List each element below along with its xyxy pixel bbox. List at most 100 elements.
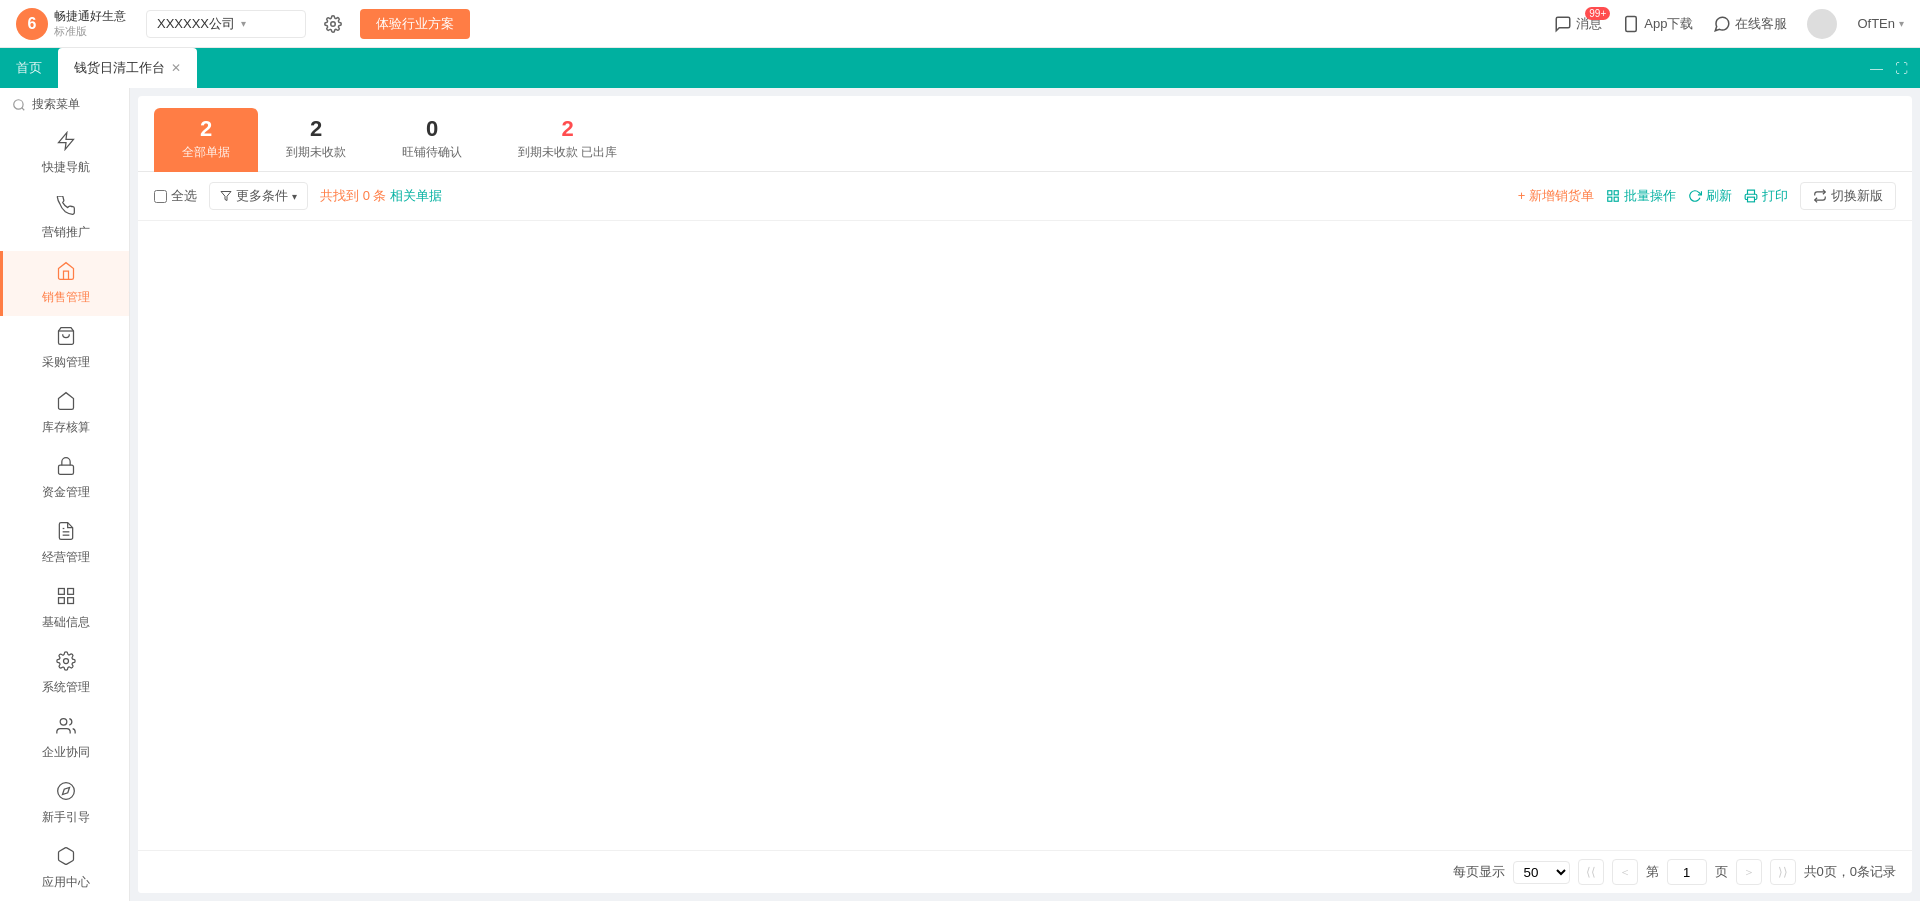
select-all-checkbox[interactable]: 全选: [154, 187, 197, 205]
system-icon: [56, 651, 76, 676]
company-selector[interactable]: XXXXXX公司 ▾: [146, 10, 306, 38]
svg-rect-7: [59, 465, 74, 474]
enterprise-icon: [56, 716, 76, 741]
stat-num-overdue-shipped: 2: [562, 116, 574, 142]
stat-tab-all[interactable]: 2 全部单据: [154, 108, 258, 172]
tab-close-icon[interactable]: ✕: [171, 61, 181, 75]
total-count-text: 共0页，0条记录: [1804, 863, 1896, 881]
sidebar-item-base-info[interactable]: 基础信息: [0, 576, 129, 641]
notification-badge: 99+: [1585, 7, 1610, 20]
select-all-input[interactable]: [154, 190, 167, 203]
sidebar-item-app-center[interactable]: 应用中心: [0, 836, 129, 901]
sidebar-item-sales[interactable]: 销售管理: [0, 251, 129, 316]
batch-label: 批量操作: [1624, 187, 1676, 205]
page-number-input[interactable]: [1667, 859, 1707, 885]
sidebar-item-system[interactable]: 系统管理: [0, 641, 129, 706]
sidebar-item-newbie[interactable]: 新手引导: [0, 771, 129, 836]
trial-button[interactable]: 体验行业方案: [360, 9, 470, 39]
next-page-button[interactable]: ＞: [1736, 859, 1762, 885]
per-page-select[interactable]: 50 100 200: [1513, 861, 1570, 884]
app-download-label: App下载: [1644, 15, 1693, 33]
tab-home[interactable]: 首页: [0, 48, 58, 88]
refresh-button[interactable]: 刷新: [1688, 187, 1732, 205]
sidebar-item-quick-nav[interactable]: 快捷导航: [0, 121, 129, 186]
company-name: XXXXXX公司: [157, 15, 235, 33]
sidebar-item-label: 基础信息: [42, 614, 90, 631]
support-button[interactable]: 在线客服: [1713, 15, 1787, 33]
sidebar-item-inventory[interactable]: 库存核算: [0, 381, 129, 446]
sidebar-item-label: 销售管理: [42, 289, 90, 306]
content-area: 2 全部单据 2 到期未收款 0 旺铺待确认 2 到期未收款 已出库: [138, 96, 1912, 893]
stat-tab-wangpu[interactable]: 0 旺铺待确认: [374, 108, 490, 172]
stat-tab-overdue-shipped[interactable]: 2 到期未收款 已出库: [490, 108, 645, 172]
related-bills-link[interactable]: 相关单据: [390, 188, 442, 203]
quick-nav-icon: [56, 131, 76, 156]
app-center-icon: [56, 846, 76, 871]
svg-rect-21: [1614, 198, 1618, 202]
svg-rect-10: [59, 589, 65, 595]
tab-minimize-button[interactable]: —: [1866, 57, 1887, 80]
filter-btn-label: 更多条件: [236, 187, 288, 205]
tab-workbench[interactable]: 钱货日清工作台 ✕: [58, 48, 197, 88]
add-bill-button[interactable]: + 新增销货单: [1518, 187, 1594, 205]
main-content: 2 全部单据 2 到期未收款 0 旺铺待确认 2 到期未收款 已出库: [130, 88, 1920, 901]
message-button[interactable]: 消息 99+: [1554, 15, 1602, 33]
main-layout: 搜索菜单 快捷导航 营销推广: [0, 88, 1920, 901]
refresh-label: 刷新: [1706, 187, 1732, 205]
logo-icon: 6: [16, 8, 48, 40]
sidebar-item-enterprise[interactable]: 企业协同: [0, 706, 129, 771]
user-name[interactable]: OfTEn ▾: [1857, 16, 1904, 31]
app-download-button[interactable]: App下载: [1622, 15, 1693, 33]
sidebar-item-purchase[interactable]: 采购管理: [0, 316, 129, 381]
top-header: 6 畅捷通好生意 标准版 XXXXXX公司 ▾ 体验行业方案 消息 99+: [0, 0, 1920, 48]
user-avatar[interactable]: [1807, 9, 1837, 39]
filter-chevron-icon: ▾: [292, 191, 297, 202]
sidebar-item-label: 采购管理: [42, 354, 90, 371]
sidebar-item-label: 系统管理: [42, 679, 90, 696]
svg-marker-17: [62, 787, 69, 794]
svg-marker-5: [59, 133, 74, 150]
newbie-icon: [56, 781, 76, 806]
svg-point-0: [331, 21, 336, 26]
filter-button[interactable]: 更多条件 ▾: [209, 182, 308, 210]
refresh-icon: [1688, 189, 1702, 203]
svg-rect-19: [1608, 191, 1612, 195]
svg-rect-23: [1748, 198, 1755, 203]
svg-rect-11: [68, 589, 74, 595]
stats-tabs: 2 全部单据 2 到期未收款 0 旺铺待确认 2 到期未收款 已出库: [138, 96, 1912, 172]
print-button[interactable]: 打印: [1744, 187, 1788, 205]
finance-icon: [56, 456, 76, 481]
sidebar-search[interactable]: 搜索菜单: [0, 88, 129, 121]
stat-label-all: 全部单据: [182, 144, 230, 161]
prev-page-button[interactable]: ＜: [1612, 859, 1638, 885]
empty-table-area: [138, 221, 1912, 850]
settings-button[interactable]: [318, 9, 348, 39]
svg-rect-12: [68, 598, 74, 604]
sidebar-item-label: 营销推广: [42, 224, 90, 241]
sidebar-item-marketing[interactable]: 营销推广: [0, 186, 129, 251]
stat-tab-overdue[interactable]: 2 到期未收款: [258, 108, 374, 172]
select-all-label: 全选: [171, 187, 197, 205]
switch-icon: [1813, 189, 1827, 203]
sidebar-item-finance[interactable]: 资金管理: [0, 446, 129, 511]
batch-icon: [1606, 189, 1620, 203]
sidebar-item-label: 新手引导: [42, 809, 90, 826]
svg-point-15: [60, 719, 67, 726]
sidebar-item-operation[interactable]: 经营管理: [0, 511, 129, 576]
batch-operation-button[interactable]: 批量操作: [1606, 187, 1676, 205]
svg-point-3: [14, 99, 23, 108]
svg-point-14: [64, 659, 69, 664]
per-page-label: 每页显示: [1453, 863, 1505, 881]
stat-num-wangpu: 0: [426, 116, 438, 142]
svg-rect-20: [1614, 191, 1618, 195]
svg-point-16: [58, 783, 75, 800]
tab-maximize-button[interactable]: ⛶: [1891, 57, 1912, 80]
sidebar-item-label: 经营管理: [42, 549, 90, 566]
sidebar-item-label: 应用中心: [42, 874, 90, 891]
switch-version-button[interactable]: 切换新版: [1800, 182, 1896, 210]
support-label: 在线客服: [1735, 15, 1787, 33]
first-page-button[interactable]: ⟨⟨: [1578, 859, 1604, 885]
last-page-button[interactable]: ⟩⟩: [1770, 859, 1796, 885]
svg-rect-1: [1626, 16, 1637, 31]
print-icon: [1744, 189, 1758, 203]
